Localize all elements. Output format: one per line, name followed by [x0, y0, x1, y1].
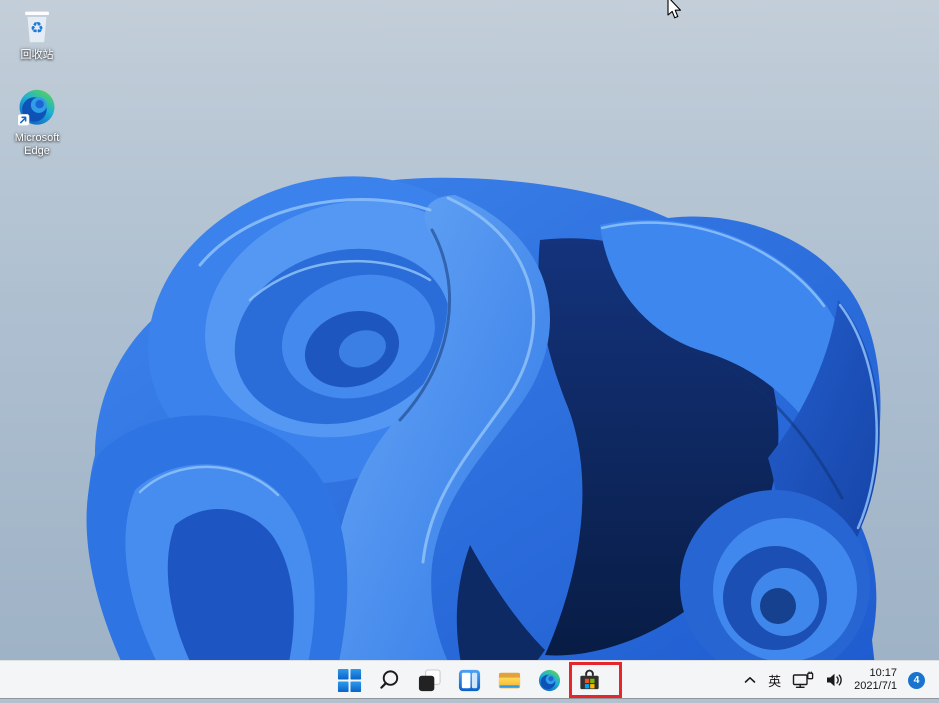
recycle-bin-icon: ♻ [16, 5, 58, 47]
clock-time: 10:17 [869, 667, 897, 679]
tray-overflow-button[interactable] [743, 665, 757, 695]
svg-text:♻: ♻ [30, 19, 44, 37]
microsoft-store-icon [580, 669, 599, 689]
clock[interactable]: 10:17 2021/7/1 [854, 667, 897, 693]
edge-icon [538, 669, 561, 691]
windows-logo-icon [337, 668, 362, 692]
file-explorer-button[interactable] [490, 661, 530, 699]
clock-date: 2021/7/1 [854, 680, 897, 692]
speaker-icon [827, 673, 842, 687]
desktop: ♻ 回收站 Microsoft Edge 英 10:17 2021/7/1 4 [0, 0, 939, 703]
notification-badge[interactable]: 4 [908, 671, 925, 689]
taskbar: 英 10:17 2021/7/1 4 [0, 660, 939, 698]
file-explorer-icon [498, 672, 521, 688]
shortcut-arrow-icon [17, 113, 30, 126]
search-button[interactable] [370, 661, 410, 699]
screen-bottom-strip [0, 698, 939, 703]
chevron-up-icon [744, 677, 756, 683]
widgets-icon [458, 669, 481, 691]
wallpaper-bloom [0, 0, 939, 703]
edge-icon [16, 88, 58, 130]
task-view-button[interactable] [410, 661, 450, 699]
ethernet-icon [792, 671, 814, 688]
edge-shortcut-label: Microsoft Edge [14, 132, 60, 157]
edge-button[interactable] [530, 661, 570, 699]
network-button[interactable] [792, 665, 814, 695]
recycle-bin-label: 回收站 [20, 49, 54, 61]
start-button[interactable] [330, 661, 370, 699]
microsoft-store-button[interactable] [570, 661, 610, 699]
widgets-button[interactable] [450, 661, 490, 699]
taskbar-center-group [330, 661, 610, 699]
task-view-icon [418, 668, 441, 691]
desktop-icon-recycle-bin[interactable]: ♻ 回收站 [1, 5, 73, 62]
volume-button[interactable] [825, 665, 843, 695]
desktop-icon-microsoft-edge[interactable]: Microsoft Edge [1, 88, 73, 158]
system-tray: 英 10:17 2021/7/1 4 [743, 661, 939, 699]
search-icon [380, 669, 399, 689]
ime-indicator[interactable]: 英 [768, 665, 781, 695]
